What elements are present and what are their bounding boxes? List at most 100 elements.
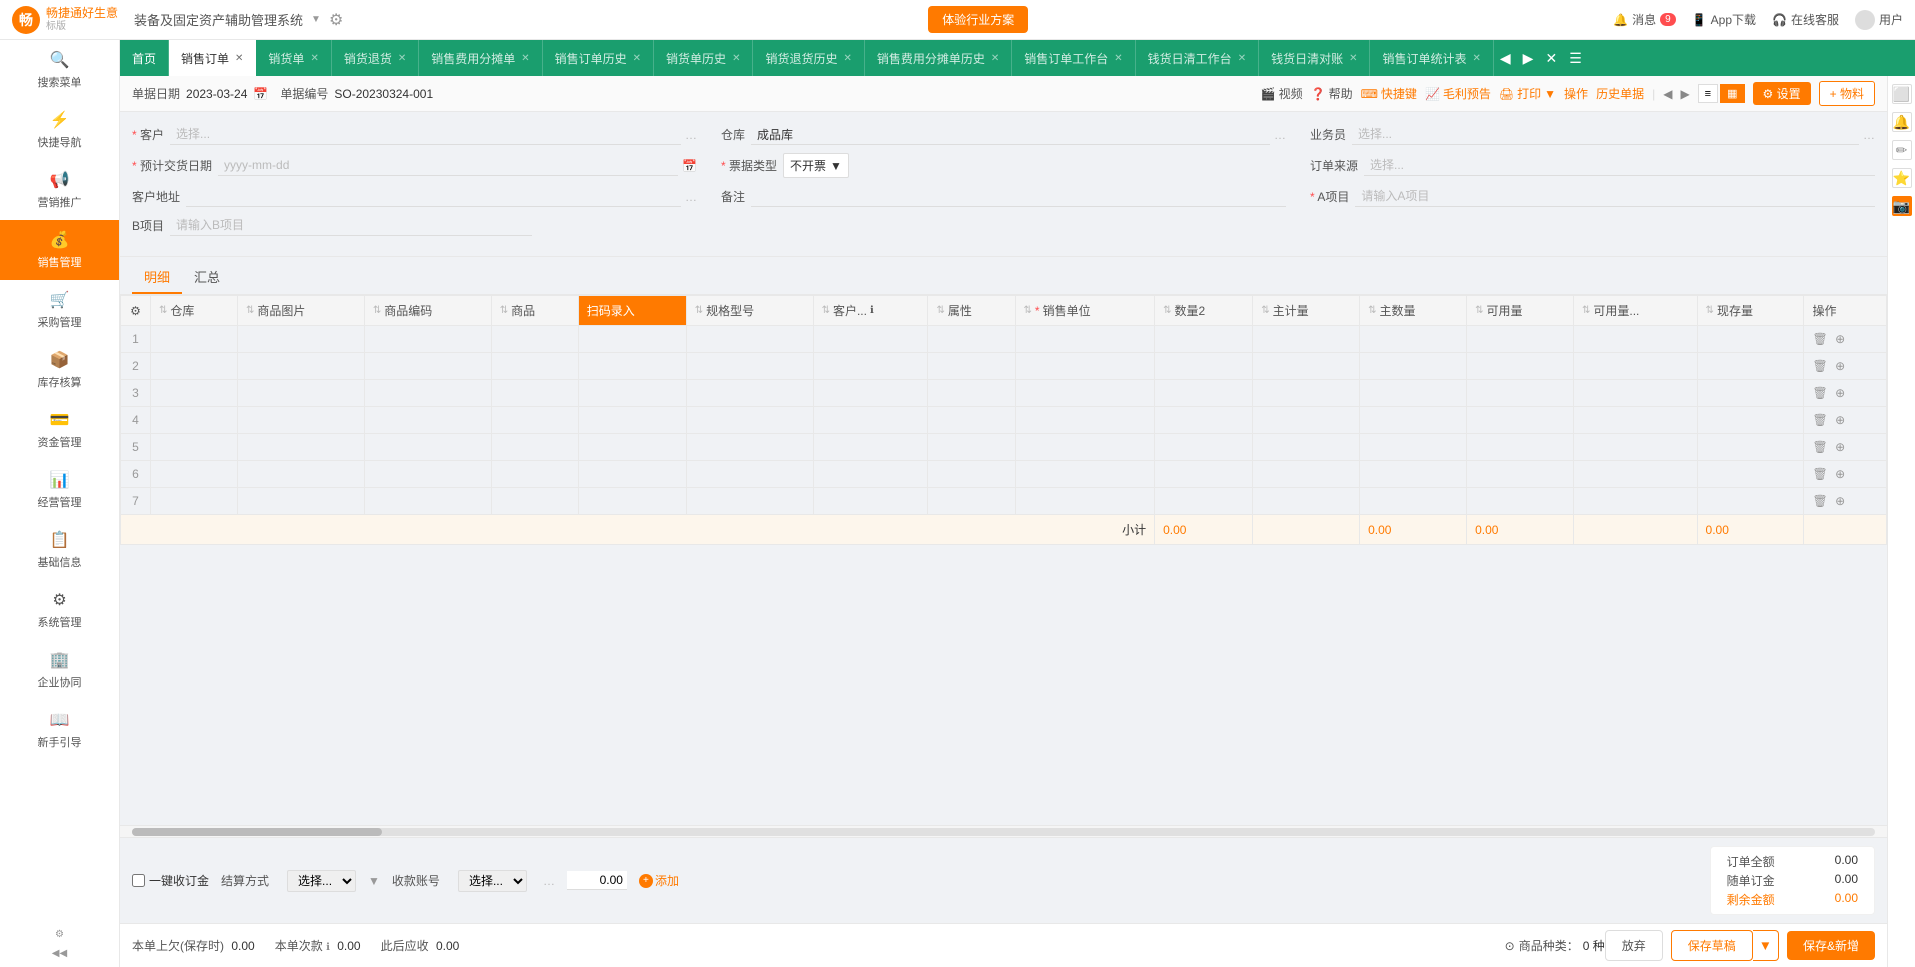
sidebar-item-system[interactable]: ⚙ 系统管理 [0, 580, 119, 640]
sidebar-item-quick-nav[interactable]: ⚡ 快捷导航 [0, 100, 119, 160]
sidebar-item-sales[interactable]: 💰 销售管理 [0, 220, 119, 280]
customer-input[interactable] [170, 124, 681, 145]
customer-address-input[interactable] [186, 186, 681, 207]
tab-close-sales-order-history[interactable]: ✕ [633, 53, 641, 64]
profit-forecast-btn[interactable]: 📈 毛利预告 [1425, 85, 1491, 102]
right-panel-icon-3[interactable]: ✏ [1892, 140, 1912, 160]
solution-button[interactable]: 体验行业方案 [928, 6, 1028, 33]
row-2-spec[interactable] [686, 353, 813, 380]
row-2-attributes[interactable] [928, 353, 1015, 380]
tab-sales-stats[interactable]: 销售订单统计表 ✕ [1370, 40, 1493, 76]
dropdown-icon[interactable]: ▼ [311, 14, 321, 25]
shortcuts-btn[interactable]: ⌨ 快捷键 [1361, 85, 1417, 102]
remark-input[interactable] [751, 186, 1286, 207]
row-2-qty2[interactable] [1155, 353, 1253, 380]
row-4-delete-btn[interactable]: 🗑 [1812, 413, 1827, 427]
sidebar-item-basic-info[interactable]: 📋 基础信息 [0, 520, 119, 580]
history-btn[interactable]: 历史单据 [1596, 85, 1644, 102]
prev-record-btn[interactable]: ◀ [1663, 87, 1672, 101]
row-3-qty2[interactable] [1155, 380, 1253, 407]
one-click-label[interactable]: 一键收订金 [132, 872, 209, 889]
row-4-copy-btn[interactable]: ⊕ [1835, 413, 1845, 427]
app-download-btn[interactable]: 📱 App下载 [1692, 11, 1756, 28]
tab-credit-reconcile[interactable]: 钱货日清对账 ✕ [1259, 40, 1370, 76]
tab-credit-daily[interactable]: 钱货日清工作台 ✕ [1136, 40, 1259, 76]
tab-close-expense-history[interactable]: ✕ [991, 53, 999, 64]
settings-btn[interactable]: ⚙ 设置 [1753, 82, 1811, 105]
tab-sales-refund[interactable]: 销货退货 ✕ [332, 40, 419, 76]
tab-next-btn[interactable]: ▶ [1517, 50, 1540, 67]
tab-sales-return[interactable]: 销货单 ✕ [256, 40, 331, 76]
tab-close-all-btn[interactable]: ✕ [1539, 50, 1563, 67]
row-3-spec[interactable] [686, 380, 813, 407]
row-1-product[interactable] [491, 326, 578, 353]
video-btn[interactable]: 🎬 视频 [1261, 85, 1303, 102]
right-panel-icon-1[interactable]: ⬜ [1892, 84, 1912, 104]
help-btn[interactable]: ❓ 帮助 [1311, 85, 1353, 102]
tab-close-expense-split[interactable]: ✕ [521, 53, 529, 64]
address-more-btn[interactable]: … [685, 190, 697, 204]
row-6-delete-btn[interactable]: 🗑 [1812, 467, 1827, 481]
sidebar-item-purchase[interactable]: 🛒 采购管理 [0, 280, 119, 340]
tab-close-sales-return[interactable]: ✕ [310, 53, 318, 64]
settlement-select[interactable]: 选择... [287, 870, 356, 892]
notification-btn[interactable]: 🔔 消息 9 [1613, 11, 1676, 28]
sidebar-item-marketing[interactable]: 📢 营销推广 [0, 160, 119, 220]
tab-mingxi[interactable]: 明细 [132, 261, 182, 294]
tab-huizong[interactable]: 汇总 [182, 261, 232, 294]
row-7-copy-btn[interactable]: ⊕ [1835, 494, 1845, 508]
sidebar-item-finance[interactable]: 💳 资金管理 [0, 400, 119, 460]
row-1-attributes[interactable] [928, 326, 1015, 353]
row-2-product-code[interactable] [364, 353, 491, 380]
tab-sales-order[interactable]: 销售订单 ✕ [169, 40, 256, 76]
tab-close-sales-order[interactable]: ✕ [235, 53, 243, 64]
tab-close-credit-daily[interactable]: ✕ [1238, 53, 1246, 64]
scrollbar-thumb[interactable] [132, 828, 382, 836]
row-1-copy-btn[interactable]: ⊕ [1835, 332, 1845, 346]
col-settings[interactable]: ⚙ [121, 296, 151, 326]
customer-more-btn[interactable]: … [685, 128, 697, 142]
row-1-main-qty[interactable] [1360, 326, 1467, 353]
tab-close-sales-workbench[interactable]: ✕ [1114, 53, 1122, 64]
tab-sales-workbench[interactable]: 销售订单工作台 ✕ [1012, 40, 1135, 76]
tab-expense-history[interactable]: 销售费用分摊单历史 ✕ [865, 40, 1012, 76]
row-1-customer-code[interactable] [813, 326, 928, 353]
save-draft-dropdown-btn[interactable]: ▼ [1753, 930, 1779, 961]
sidebar-item-operations[interactable]: 📊 经营管理 [0, 460, 119, 520]
add-material-btn[interactable]: + 物料 [1819, 81, 1875, 106]
settings-icon[interactable]: ⚙ [329, 10, 343, 30]
row-3-main-qty[interactable] [1360, 380, 1467, 407]
row-2-sales-unit[interactable] [1015, 353, 1155, 380]
staff-more-btn[interactable]: … [1863, 128, 1875, 142]
right-panel-icon-5[interactable]: 📷 [1892, 196, 1912, 216]
tab-menu-btn[interactable]: ☰ [1563, 50, 1588, 67]
staff-input[interactable] [1352, 124, 1859, 145]
row-2-customer-code[interactable] [813, 353, 928, 380]
sidebar-item-inventory[interactable]: 📦 库存核算 [0, 340, 119, 400]
row-2-main-qty[interactable] [1360, 353, 1467, 380]
row-3-product[interactable] [491, 380, 578, 407]
tab-sales-expense-split[interactable]: 销售费用分摊单 ✕ [419, 40, 542, 76]
right-panel-icon-2[interactable]: 🔔 [1892, 112, 1912, 132]
row-5-copy-btn[interactable]: ⊕ [1835, 440, 1845, 454]
delivery-date-input[interactable] [218, 155, 678, 176]
payment-amount-input[interactable] [567, 871, 627, 890]
warehouse-more-btn[interactable]: … [1274, 128, 1286, 142]
discard-button[interactable]: 放弃 [1605, 930, 1663, 961]
row-3-product-code[interactable] [364, 380, 491, 407]
print-dropdown-icon[interactable]: ▼ [1544, 87, 1556, 101]
add-payment-btn[interactable]: + 添加 [639, 872, 679, 889]
row-3-customer-code[interactable] [813, 380, 928, 407]
row-2-delete-btn[interactable]: 🗑 [1812, 359, 1827, 373]
horizontal-scrollbar[interactable] [120, 825, 1887, 837]
grid-view-btn[interactable]: ▦ [1720, 84, 1744, 103]
tab-sales-order-history[interactable]: 销售订单历史 ✕ [543, 40, 654, 76]
row-1-delete-btn[interactable]: 🗑 [1812, 332, 1827, 346]
order-source-input[interactable] [1364, 155, 1875, 176]
save-new-button[interactable]: 保存&新增 [1787, 931, 1875, 960]
b-project-input[interactable] [170, 215, 532, 236]
invoice-type-select[interactable]: 不开票 ▼ [783, 153, 849, 178]
row-6-copy-btn[interactable]: ⊕ [1835, 467, 1845, 481]
row-2-copy-btn[interactable]: ⊕ [1835, 359, 1845, 373]
tab-home[interactable]: 首页 [120, 40, 169, 76]
